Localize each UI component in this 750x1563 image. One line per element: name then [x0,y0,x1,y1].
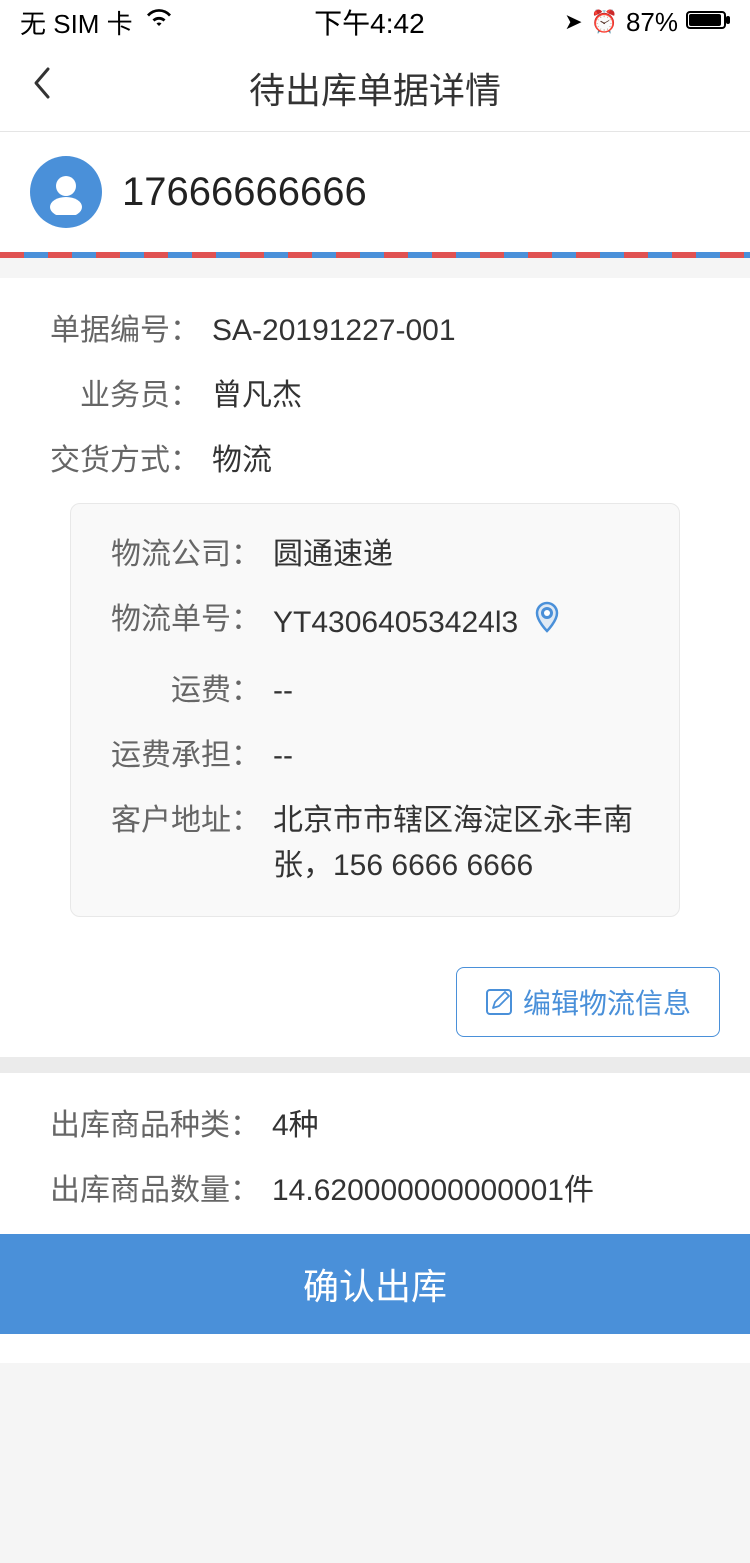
battery-label: 87% [626,7,678,38]
carrier-label: 无 SIM 卡 [20,4,133,41]
customer-phone: 17666666666 [122,170,367,215]
address-row: 客户地址： 北京市市辖区海淀区永丰南 张，156 6666 6666 [101,798,649,888]
freight-bearer-row: 运费承担： -- [101,733,649,778]
freight-bearer-label: 运费承担： [101,733,261,778]
battery-icon [686,7,730,38]
sales-person-label: 业务员： [40,373,200,418]
goods-section: 出库商品种类： 4种 出库商品数量： 14.620000000000001件 [0,1073,750,1243]
logistics-company-row: 物流公司： 圆通速递 [101,532,649,577]
tracking-number-row: 物流单号： YT43064053424l3 [101,597,649,648]
goods-quantity-value: 14.620000000000001件 [272,1168,710,1213]
tracking-number-label: 物流单号： [101,597,261,642]
address-label: 客户地址： [101,798,261,843]
edit-logistics-label: 编辑物流信息 [523,982,691,1022]
status-right: ➤ ⏰ 87% [564,7,730,38]
wifi-icon [143,8,175,36]
customer-header: 17666666666 [0,132,750,252]
logistics-card: 物流公司： 圆通速递 物流单号： YT43064053424l3 运费： [70,503,680,917]
avatar [30,156,102,228]
goods-category-value: 4种 [272,1103,710,1148]
alarm-icon: ⏰ [591,9,618,35]
goods-quantity-row: 出库商品数量： 14.620000000000001件 [40,1168,710,1213]
status-bar: 无 SIM 卡 下午4:42 ➤ ⏰ 87% [0,0,750,44]
address-value: 北京市市辖区海淀区永丰南 张，156 6666 6666 [273,798,649,888]
delivery-method-label: 交货方式： [40,438,200,483]
nav-bar: 待出库单据详情 [0,44,750,132]
section-separator [0,1057,750,1073]
goods-category-label: 出库商品种类： [40,1103,260,1148]
document-number-value: SA-20191227-001 [212,308,710,353]
logistics-company-value: 圆通速递 [273,532,649,577]
edit-logistics-button[interactable]: 编辑物流信息 [456,967,720,1037]
page-title: 待出库单据详情 [249,62,501,114]
freight-label: 运费： [101,668,261,713]
time-label: 下午4:42 [314,2,425,42]
status-left: 无 SIM 卡 [20,4,175,41]
delivery-method-row: 交货方式： 物流 [40,438,710,483]
confirm-button-label: 确认出库 [303,1258,447,1310]
document-number-label: 单据编号： [40,308,200,353]
order-info-section: 单据编号： SA-20191227-001 业务员： 曾凡杰 交货方式： 物流 … [0,278,750,947]
dashed-divider [0,252,750,258]
edit-btn-wrapper: 编辑物流信息 [0,947,750,1057]
logistics-company-label: 物流公司： [101,532,261,577]
sales-person-value: 曾凡杰 [212,373,710,418]
goods-quantity-label: 出库商品数量： [40,1168,260,1213]
location-status-icon: ➤ [564,9,582,35]
goods-category-row: 出库商品种类： 4种 [40,1103,710,1148]
delivery-method-value: 物流 [212,438,710,483]
location-icon[interactable] [530,597,564,648]
document-number-row: 单据编号： SA-20191227-001 [40,308,710,353]
freight-value: -- [273,668,649,713]
empty-space [0,1363,750,1563]
sales-person-row: 业务员： 曾凡杰 [40,373,710,418]
freight-row: 运费： -- [101,668,649,713]
freight-bearer-value: -- [273,733,649,778]
tracking-number-value: YT43064053424l3 [273,597,649,648]
confirm-button-bar[interactable]: 确认出库 [0,1234,750,1334]
back-button[interactable] [28,61,56,114]
